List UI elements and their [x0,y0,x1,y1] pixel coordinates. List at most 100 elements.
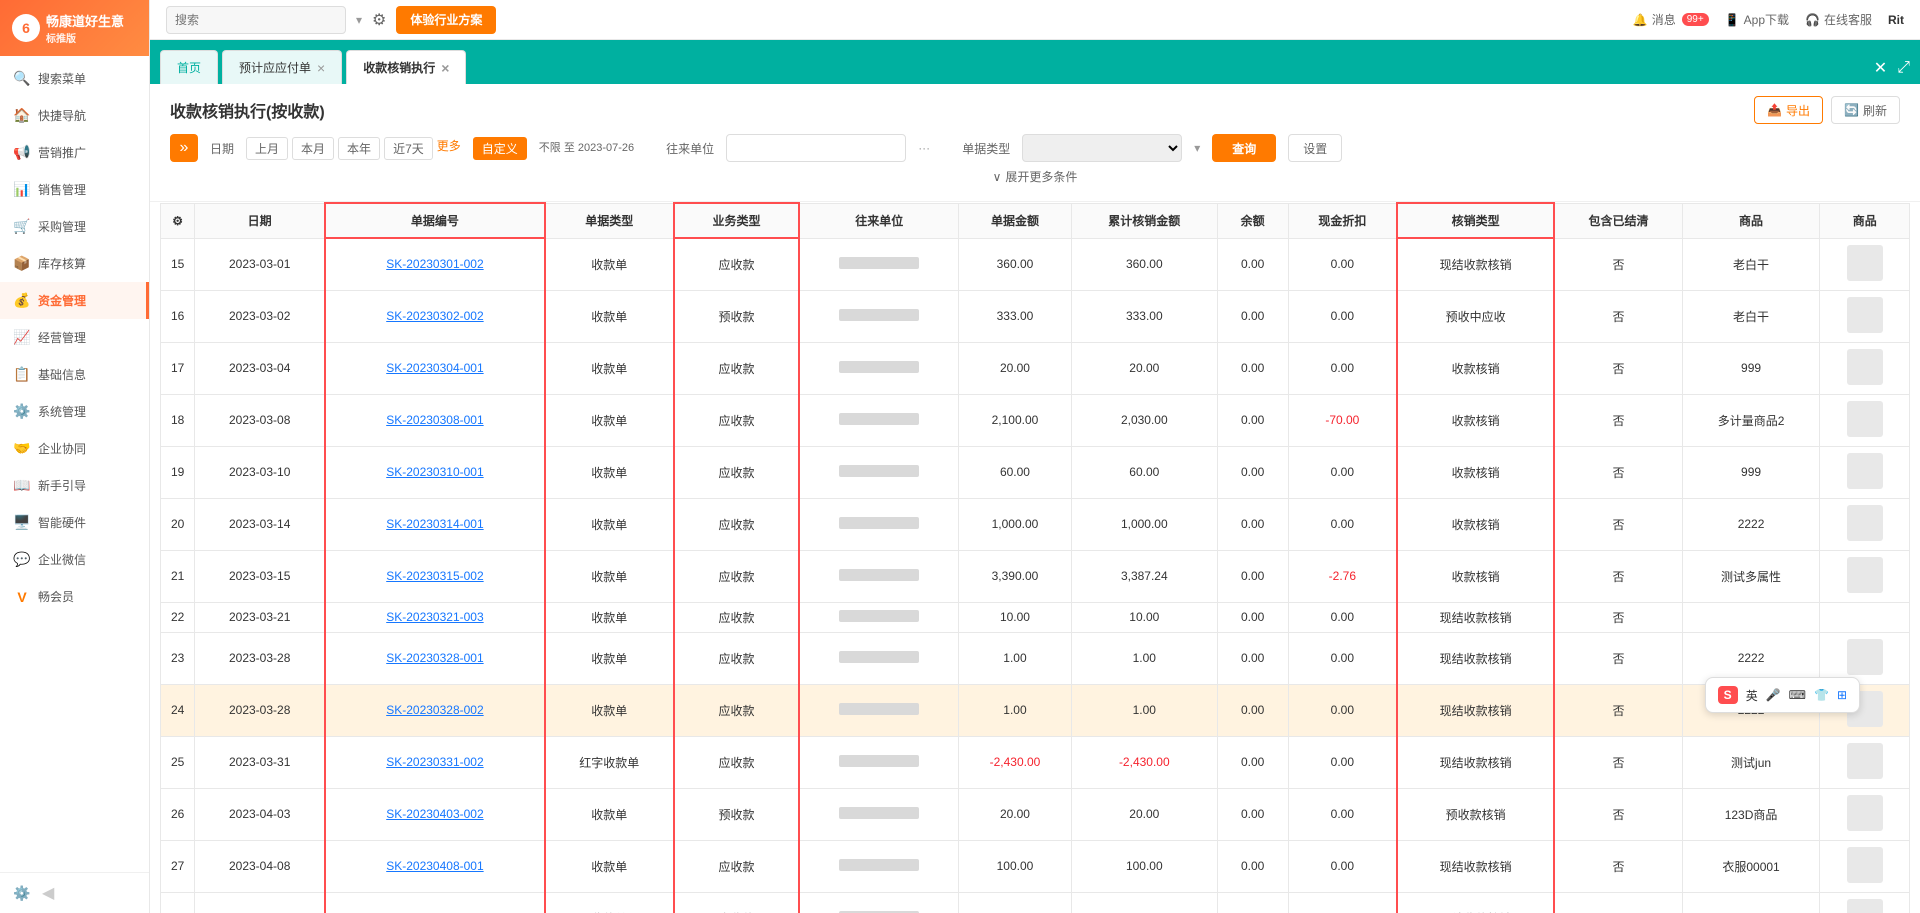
setting-button[interactable]: 设置 [1288,134,1342,162]
collapse-icon[interactable]: ◀ [42,883,54,903]
online-service-button[interactable]: 🎧 在线客服 [1805,11,1872,28]
bill-no-link[interactable]: SK-20230304-001 [386,361,483,375]
sidebar-item-corp[interactable]: 🤝 企业协同 [0,430,149,467]
close-tab-icon[interactable]: ✕ [1874,58,1887,78]
expand-more-button[interactable]: ∨ 展开更多条件 [993,168,1078,185]
filter-expand-toggle[interactable]: » [170,134,198,162]
partner-filter-dots[interactable]: ··· [918,141,930,155]
sidebar-item-label: 基础信息 [38,366,86,383]
tab-collection[interactable]: 收款核销执行 × [346,50,466,84]
cell-date: 2023-03-02 [195,290,325,342]
sidebar-item-sales[interactable]: 📊 销售管理 [0,171,149,208]
bill-no-link[interactable]: SK-20230321-003 [386,610,483,624]
partner-masked [839,413,919,425]
partner-masked [839,755,919,767]
this-month-button[interactable]: 本月 [292,137,334,160]
partner-masked [839,465,919,477]
cell-date: 2023-03-04 [195,342,325,394]
tab-home[interactable]: 首页 [160,50,218,84]
cell-no: 27 [161,840,195,892]
settings-bottom-icon[interactable]: ⚙️ [14,885,30,901]
cell-balance: 0.00 [1217,684,1288,736]
sidebar-item-wechat[interactable]: 💬 企业微信 [0,541,149,578]
expand-window-icon[interactable]: ⤢ [1897,59,1910,77]
sidebar-item-guide[interactable]: 📖 新手引导 [0,467,149,504]
cell-no: 19 [161,446,195,498]
bill-no-link[interactable]: SK-20230403-002 [386,807,483,821]
sidebar-item-marketing[interactable]: 📢 营销推广 [0,134,149,171]
cell-amount: -2,430.00 [959,736,1072,788]
bill-no-link[interactable]: SK-20230328-002 [386,703,483,717]
col-settings[interactable]: ⚙ [161,203,195,238]
search-input[interactable] [166,6,346,34]
sidebar-item-finance[interactable]: 💰 资金管理 [0,282,149,319]
receipt-type-select[interactable]: 收款单 红字收款单 [1022,134,1182,162]
this-year-button[interactable]: 本年 [338,137,380,160]
shirt-icon[interactable]: 👕 [1814,688,1829,702]
messages-button[interactable]: 🔔 消息 99+ [1633,11,1709,28]
bill-no-link[interactable]: SK-20230310-001 [386,465,483,479]
receipt-type-dropdown-icon[interactable]: ▾ [1194,141,1200,155]
cell-cumulative: 10.00 [1071,602,1217,632]
cell-no: 20 [161,498,195,550]
sidebar-item-search[interactable]: 🔍 搜索菜单 [0,60,149,97]
sidebar-item-hardware[interactable]: 🖥️ 智能硬件 [0,504,149,541]
col-bill-type: 单据类型 [545,203,674,238]
partner-masked [839,859,919,871]
bill-no-link[interactable]: SK-20230408-001 [386,859,483,873]
bill-no-link[interactable]: SK-20230328-001 [386,651,483,665]
cell-balance: 0.00 [1217,892,1288,913]
export-button[interactable]: 📤 导出 [1754,96,1823,124]
sidebar-item-purchase[interactable]: 🛒 采购管理 [0,208,149,245]
bill-no-link[interactable]: SK-20230301-002 [386,257,483,271]
tab-preorder[interactable]: 预计应应付单 × [222,50,342,84]
sidebar-item-basic[interactable]: 📋 基础信息 [0,356,149,393]
topbar-settings-icon[interactable]: ⚙ [372,10,386,30]
cell-date: 2023-04-18 [195,892,325,913]
bill-no-link[interactable]: SK-20230314-001 [386,517,483,531]
keyboard-icon[interactable]: ⌨ [1789,688,1806,702]
bill-no-link[interactable]: SK-20230302-002 [386,309,483,323]
partner-masked [839,610,919,622]
grid-icon[interactable]: ⊞ [1837,688,1847,702]
last-7days-button[interactable]: 近7天 [384,137,433,160]
sidebar-item-operation[interactable]: 📈 经营管理 [0,319,149,356]
bill-no-link[interactable]: SK-20230331-002 [386,755,483,769]
cell-amount: 1.00 [959,684,1072,736]
sidebar-item-system[interactable]: ⚙️ 系统管理 [0,393,149,430]
cell-amount: 10.00 [959,602,1072,632]
bill-no-link[interactable]: SK-20230308-001 [386,413,483,427]
product-thumb [1847,639,1883,675]
query-button[interactable]: 查询 [1212,134,1276,162]
user-account[interactable]: Rit [1888,13,1904,27]
money-icon: 💰 [14,293,30,309]
dropdown-icon[interactable]: ▾ [356,13,362,27]
sidebar: 6 畅康道好生意 标推版 🔍 搜索菜单 🏠 快捷导航 📢 营销推广 📊 销售管理… [0,0,150,913]
last-month-button[interactable]: 上月 [246,137,288,160]
cell-cancel-type: 预收款核销 [1397,788,1554,840]
custom-date-button[interactable]: 自定义 [473,137,527,160]
cell-discount: 0.00 [1288,238,1397,290]
mic-icon[interactable]: 🎤 [1766,688,1781,702]
tab-collection-close-icon[interactable]: × [441,61,449,75]
sidebar-item-quick-nav[interactable]: 🏠 快捷导航 [0,97,149,134]
cell-bill-no: SK-20230301-002 [325,238,545,290]
cell-discount: 0.00 [1288,290,1397,342]
sidebar-item-member[interactable]: V 畅会员 [0,578,149,615]
industry-solution-button[interactable]: 体验行业方案 [396,6,496,34]
cell-partner [799,602,958,632]
cell-partner [799,290,958,342]
more-date-options[interactable]: 更多 [437,137,461,160]
app-download-button[interactable]: 📱 App下载 [1725,11,1789,28]
refresh-button[interactable]: 🔄 刷新 [1831,96,1900,124]
cell-biz-type: 应收款 [674,238,800,290]
partner-filter-input[interactable] [726,134,906,162]
tab-preorder-close-icon[interactable]: × [317,61,325,75]
sidebar-item-inventory[interactable]: 📦 库存核算 [0,245,149,282]
cell-balance: 0.00 [1217,602,1288,632]
cell-bill-type: 收款单 [545,290,674,342]
cell-cancel-type: 现结收款核销 [1397,736,1554,788]
bill-no-link[interactable]: SK-20230315-002 [386,569,483,583]
cell-biz-type: 应收款 [674,550,800,602]
topbar-right: 🔔 消息 99+ 📱 App下载 🎧 在线客服 Rit [1633,11,1904,28]
